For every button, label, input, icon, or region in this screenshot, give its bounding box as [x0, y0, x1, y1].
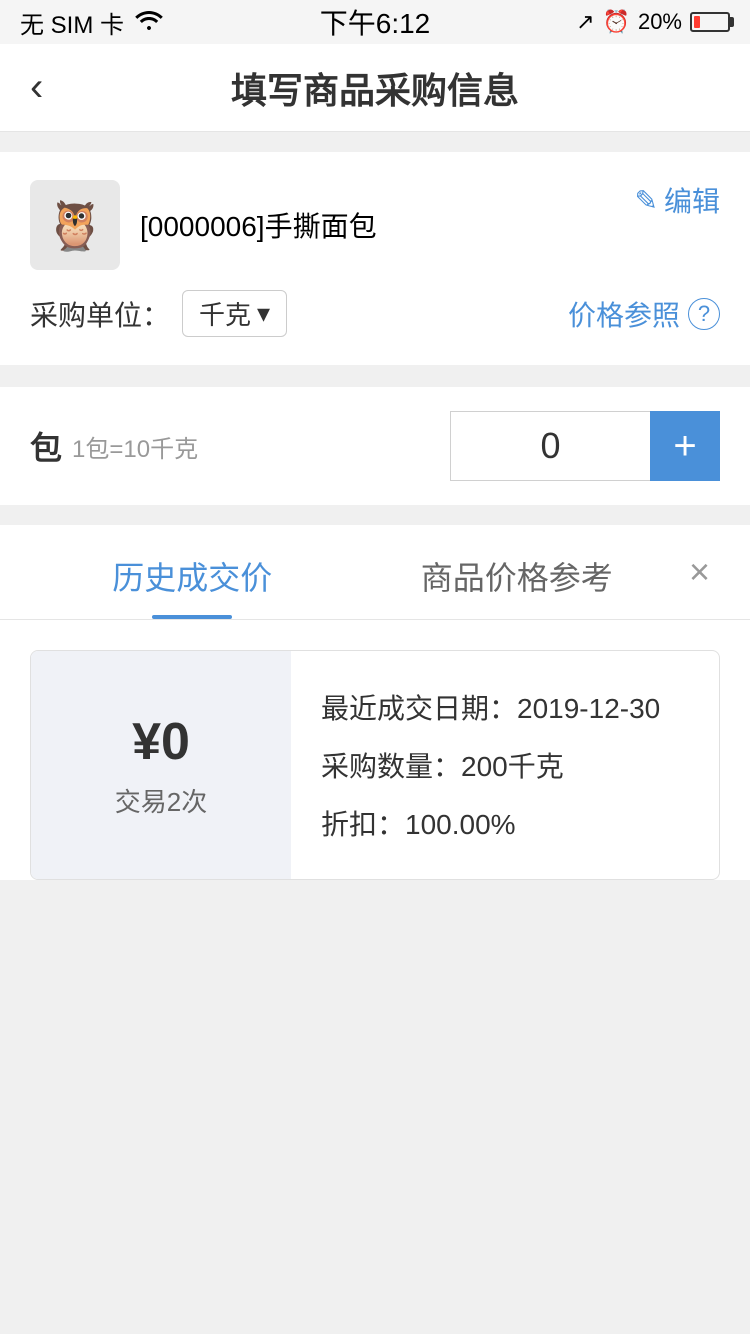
history-quantity-row: 采购数量：200千克 — [321, 745, 689, 785]
status-time: 下午6:12 — [320, 2, 431, 42]
quantity-label: 包 1包=10千克 — [30, 423, 198, 469]
battery-icon — [690, 12, 730, 32]
unit-label: 采购单位： — [30, 294, 170, 334]
product-header: 🦉 [0000006]手撕面包 ✎ 编辑 — [30, 180, 720, 270]
history-recent-date-row: 最近成交日期：2019-12-30 — [321, 687, 689, 727]
unit-value: 千克 — [199, 295, 251, 332]
product-card: 🦉 [0000006]手撕面包 ✎ 编辑 采购单位： 千克 ▾ 价格参照 ? — [0, 152, 750, 365]
history-transaction-count: 交易2次 — [115, 782, 207, 819]
wifi-icon — [134, 8, 164, 37]
quantity-conversion: 1包=10千克 — [72, 429, 198, 464]
discount-value: 100.00% — [405, 809, 516, 840]
discount-label: 折扣： — [321, 809, 405, 840]
logo-icon: 🦉 — [45, 197, 105, 254]
history-card: ¥0 交易2次 最近成交日期：2019-12-30 采购数量：200千克 折扣：… — [30, 650, 720, 880]
tab-product-label: 商品价格参考 — [421, 560, 613, 596]
product-title: 手撕面包 — [265, 211, 377, 242]
page-title: 填写商品采购信息 — [231, 62, 519, 114]
info-icon: ? — [688, 298, 720, 330]
product-name: [0000006]手撕面包 — [140, 205, 377, 245]
history-card-right: 最近成交日期：2019-12-30 采购数量：200千克 折扣：100.00% — [291, 651, 719, 879]
price-ref-label: 价格参照 — [568, 294, 680, 334]
quantity-input-row: + — [450, 411, 720, 481]
chevron-down-icon: ▾ — [257, 298, 270, 329]
quantity-detail-label: 采购数量： — [321, 751, 461, 782]
status-left: 无 SIM 卡 — [20, 5, 164, 40]
quantity-plus-button[interactable]: + — [650, 411, 720, 481]
carrier-text: 无 SIM 卡 — [20, 5, 124, 40]
product-left: 🦉 [0000006]手撕面包 — [30, 180, 377, 270]
status-bar: 无 SIM 卡 下午6:12 ↗ ⏰ 20% — [0, 0, 750, 44]
tab-product-price[interactable]: 商品价格参考 — [354, 525, 678, 619]
quantity-unit: 包 — [30, 423, 62, 469]
edit-icon: ✎ — [635, 184, 658, 217]
history-card-left: ¥0 交易2次 — [31, 651, 291, 879]
history-price: ¥0 — [132, 712, 190, 772]
section-divider-1 — [0, 365, 750, 385]
product-id: [0000006] — [140, 211, 265, 242]
status-right: ↗ ⏰ 20% — [576, 9, 730, 35]
unit-select[interactable]: 千克 ▾ — [182, 290, 287, 337]
battery-percent: 20% — [638, 9, 682, 35]
location-icon: ↗ — [576, 9, 594, 35]
tab-history-label: 历史成交价 — [112, 560, 272, 596]
edit-label: 编辑 — [664, 180, 720, 220]
product-unit-left: 采购单位： 千克 ▾ — [30, 290, 287, 337]
nav-bar: ‹ 填写商品采购信息 — [0, 44, 750, 132]
product-unit-row: 采购单位： 千克 ▾ 价格参照 ? — [30, 290, 720, 337]
quantity-input[interactable] — [450, 411, 650, 481]
back-button[interactable]: ‹ — [30, 65, 43, 110]
edit-button[interactable]: ✎ 编辑 — [635, 180, 720, 220]
price-ref-button[interactable]: 价格参照 ? — [568, 294, 720, 334]
recent-date-value: 2019-12-30 — [517, 693, 660, 724]
product-logo: 🦉 — [30, 180, 120, 270]
history-discount-row: 折扣：100.00% — [321, 803, 689, 843]
quantity-detail-value: 200千克 — [461, 751, 564, 782]
quantity-section: 包 1包=10千克 + — [0, 387, 750, 505]
tabs: 历史成交价 商品价格参考 × — [0, 525, 750, 620]
tab-close-button[interactable]: × — [679, 554, 720, 590]
tab-history-price[interactable]: 历史成交价 — [30, 525, 354, 619]
recent-date-label: 最近成交日期： — [321, 693, 517, 724]
alarm-icon: ⏰ — [603, 9, 630, 35]
bottom-panel: 历史成交价 商品价格参考 × ¥0 交易2次 最近成交日期：2019-12-30… — [0, 525, 750, 880]
